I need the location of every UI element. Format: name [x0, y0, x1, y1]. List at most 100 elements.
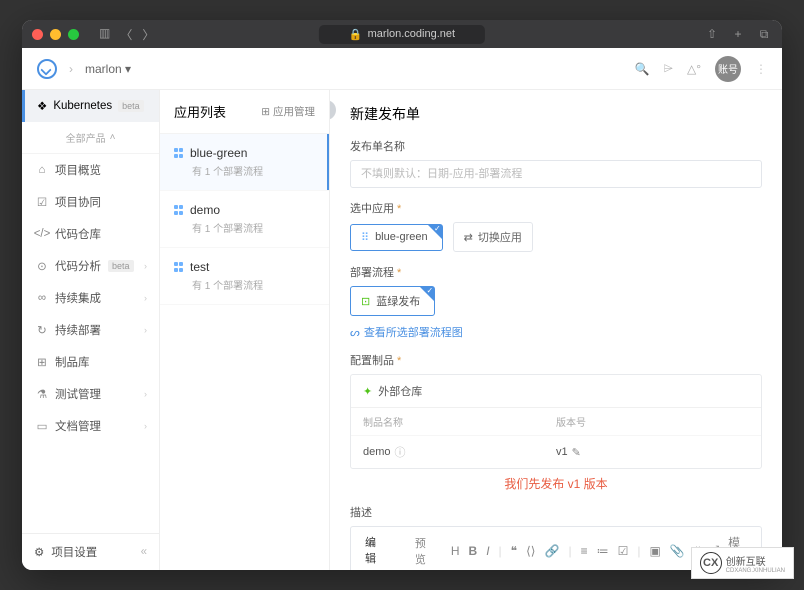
editor-tab-edit[interactable]: 编辑: [351, 527, 401, 570]
watermark-line1: 创新互联: [726, 553, 785, 568]
checklist-button[interactable]: ☑: [618, 544, 629, 558]
flask-icon: ⚗: [36, 387, 48, 401]
check-icon: ✓: [434, 224, 441, 233]
sidebar-label: Kubernetes: [53, 100, 112, 112]
app-item-blue-green[interactable]: blue-green 有 1 个部署流程: [160, 134, 329, 191]
sidebar-item-docs[interactable]: ▭文档管理›: [22, 410, 159, 442]
selected-app-chip[interactable]: ⠿ blue-green ✓: [350, 224, 443, 251]
artifact-col-version: 版本号: [556, 414, 749, 429]
view-flow-link[interactable]: ᔕ查看所选部署流程图: [350, 324, 463, 340]
url-text: marlon.coding.net: [368, 28, 455, 40]
back-icon[interactable]: 〈: [120, 26, 132, 43]
app-list-title: 应用列表: [174, 102, 226, 121]
code-icon: </>: [36, 228, 48, 240]
artifact-label: 配置制品: [350, 352, 762, 368]
avatar[interactable]: 账号: [715, 56, 741, 82]
switch-icon: ⇄: [464, 231, 473, 244]
watermark-logo-icon: CX: [700, 552, 722, 574]
close-window-button[interactable]: [32, 29, 43, 40]
url-bar[interactable]: 🔒 marlon.coding.net: [319, 25, 485, 44]
edit-icon[interactable]: ✎: [572, 446, 581, 459]
traffic-lights: [32, 29, 79, 40]
inbox-icon[interactable]: ⌲: [664, 61, 673, 76]
sidebar-group-toggle[interactable]: 全部产品 ˄: [22, 122, 159, 154]
minimize-window-button[interactable]: [50, 29, 61, 40]
new-tab-icon[interactable]: +: [730, 27, 746, 42]
package-icon: ⊞: [36, 355, 48, 369]
search-icon[interactable]: 🔍: [635, 62, 650, 76]
sidebar-item-ci[interactable]: ∞持续集成›: [22, 282, 159, 314]
switch-app-button[interactable]: ⇄ 切换应用: [453, 222, 533, 252]
check-icon: ✓: [427, 286, 434, 295]
ul-button[interactable]: ≡: [581, 544, 588, 558]
sidebar-item-testing[interactable]: ⚗测试管理›: [22, 378, 159, 410]
sidebar-item-artifacts[interactable]: ⊞制品库: [22, 346, 159, 378]
browser-window: ▥ 〈 〉 🔒 marlon.coding.net ⇧ + ⧉ › marlon…: [22, 20, 782, 570]
chevron-right-icon: ›: [144, 293, 147, 303]
more-icon[interactable]: ⋮: [755, 62, 767, 76]
chevron-right-icon: ›: [144, 325, 147, 335]
attachment-button[interactable]: 📎: [670, 544, 685, 558]
heading-button[interactable]: H: [451, 544, 460, 558]
chevron-up-icon: ˄: [110, 132, 116, 143]
artifact-version: v1: [556, 446, 568, 458]
editor-tab-preview[interactable]: 预览: [401, 528, 451, 571]
titlebar: ▥ 〈 〉 🔒 marlon.coding.net ⇧ + ⧉: [22, 20, 782, 48]
artifact-config-box: ✦ 外部仓库 制品名称 版本号 demo ⓘ v1 ✎: [350, 374, 762, 469]
notification-icon[interactable]: △°: [687, 62, 701, 76]
release-name-input[interactable]: [350, 160, 762, 188]
sidebar-item-settings[interactable]: ⚙ 项目设置 «: [22, 533, 159, 570]
app-management-link[interactable]: ⊞ 应用管理: [261, 104, 315, 119]
home-icon: ⌂: [36, 164, 48, 176]
flow-graph-icon: ᔕ: [350, 326, 360, 339]
sidebar-item-cd[interactable]: ↻持续部署›: [22, 314, 159, 346]
code-button[interactable]: ⟨⟩: [526, 544, 535, 558]
sidebar-item-kubernetes[interactable]: ❖ Kubernetes beta: [22, 90, 159, 122]
app-item-test[interactable]: test 有 1 个部署流程: [160, 248, 329, 305]
bold-button[interactable]: B: [469, 544, 478, 558]
beta-badge: beta: [108, 260, 134, 272]
share-icon[interactable]: ⇧: [704, 27, 720, 42]
description-label: 描述: [350, 504, 762, 520]
italic-button[interactable]: I: [486, 544, 489, 558]
chevron-right-icon: ›: [144, 421, 147, 431]
artifact-repo-name: 外部仓库: [378, 383, 422, 399]
collapse-sidebar-icon[interactable]: «: [141, 546, 147, 558]
sidebar: ❖ Kubernetes beta 全部产品 ˄ ⌂项目概览 ☑项目协同 </>…: [22, 90, 160, 570]
info-icon[interactable]: ⓘ: [395, 444, 406, 460]
app-list-panel: 应用列表 ⊞ 应用管理 blue-green 有 1 个部署流程 demo 有 …: [160, 90, 330, 570]
coding-logo-icon[interactable]: [37, 59, 57, 79]
task-icon: ☑: [36, 195, 48, 209]
selected-app-label: 选中应用: [350, 200, 762, 216]
tab-icons: ▥ 〈 〉: [99, 26, 154, 43]
kubernetes-icon: ❖: [37, 99, 47, 113]
link-button[interactable]: 🔗: [545, 544, 560, 558]
breadcrumb-project[interactable]: marlon ▾: [85, 62, 131, 76]
tabs-icon[interactable]: ⧉: [756, 27, 772, 42]
ol-button[interactable]: ≔: [597, 544, 609, 558]
artifact-name: demo: [363, 446, 391, 458]
sidebar-item-overview[interactable]: ⌂项目概览: [22, 154, 159, 186]
forward-icon[interactable]: 〉: [142, 26, 154, 43]
sidebar-item-code-analysis[interactable]: ⊙代码分析beta›: [22, 250, 159, 282]
quote-button[interactable]: ❝: [511, 544, 517, 558]
close-panel-button[interactable]: ×: [330, 100, 336, 120]
maximize-window-button[interactable]: [68, 29, 79, 40]
beta-badge: beta: [118, 100, 144, 112]
ci-icon: ∞: [36, 292, 48, 304]
repo-icon: ✦: [363, 385, 372, 398]
watermark: CX 创新互联 CDXANG.XINHULIAN: [691, 547, 794, 579]
sidebar-item-collaboration[interactable]: ☑项目协同: [22, 186, 159, 218]
chevron-right-icon: ›: [144, 389, 147, 399]
cd-icon: ↻: [36, 323, 48, 337]
app-item-demo[interactable]: demo 有 1 个部署流程: [160, 191, 329, 248]
sidebar-item-code-repo[interactable]: </>代码仓库: [22, 218, 159, 250]
artifact-col-name: 制品名称: [363, 414, 556, 429]
doc-icon: ▭: [36, 419, 48, 433]
gear-icon: ⚙: [34, 545, 44, 559]
selected-flow-chip[interactable]: ⊡ 蓝绿发布 ✓: [350, 286, 435, 316]
app-topbar: › marlon ▾ 🔍 ⌲ △° 账号 ⋮: [22, 48, 782, 90]
image-button[interactable]: ▣: [649, 544, 660, 558]
sidebar-toggle-icon[interactable]: ▥: [99, 26, 110, 43]
watermark-line2: CDXANG.XINHULIAN: [726, 568, 785, 574]
